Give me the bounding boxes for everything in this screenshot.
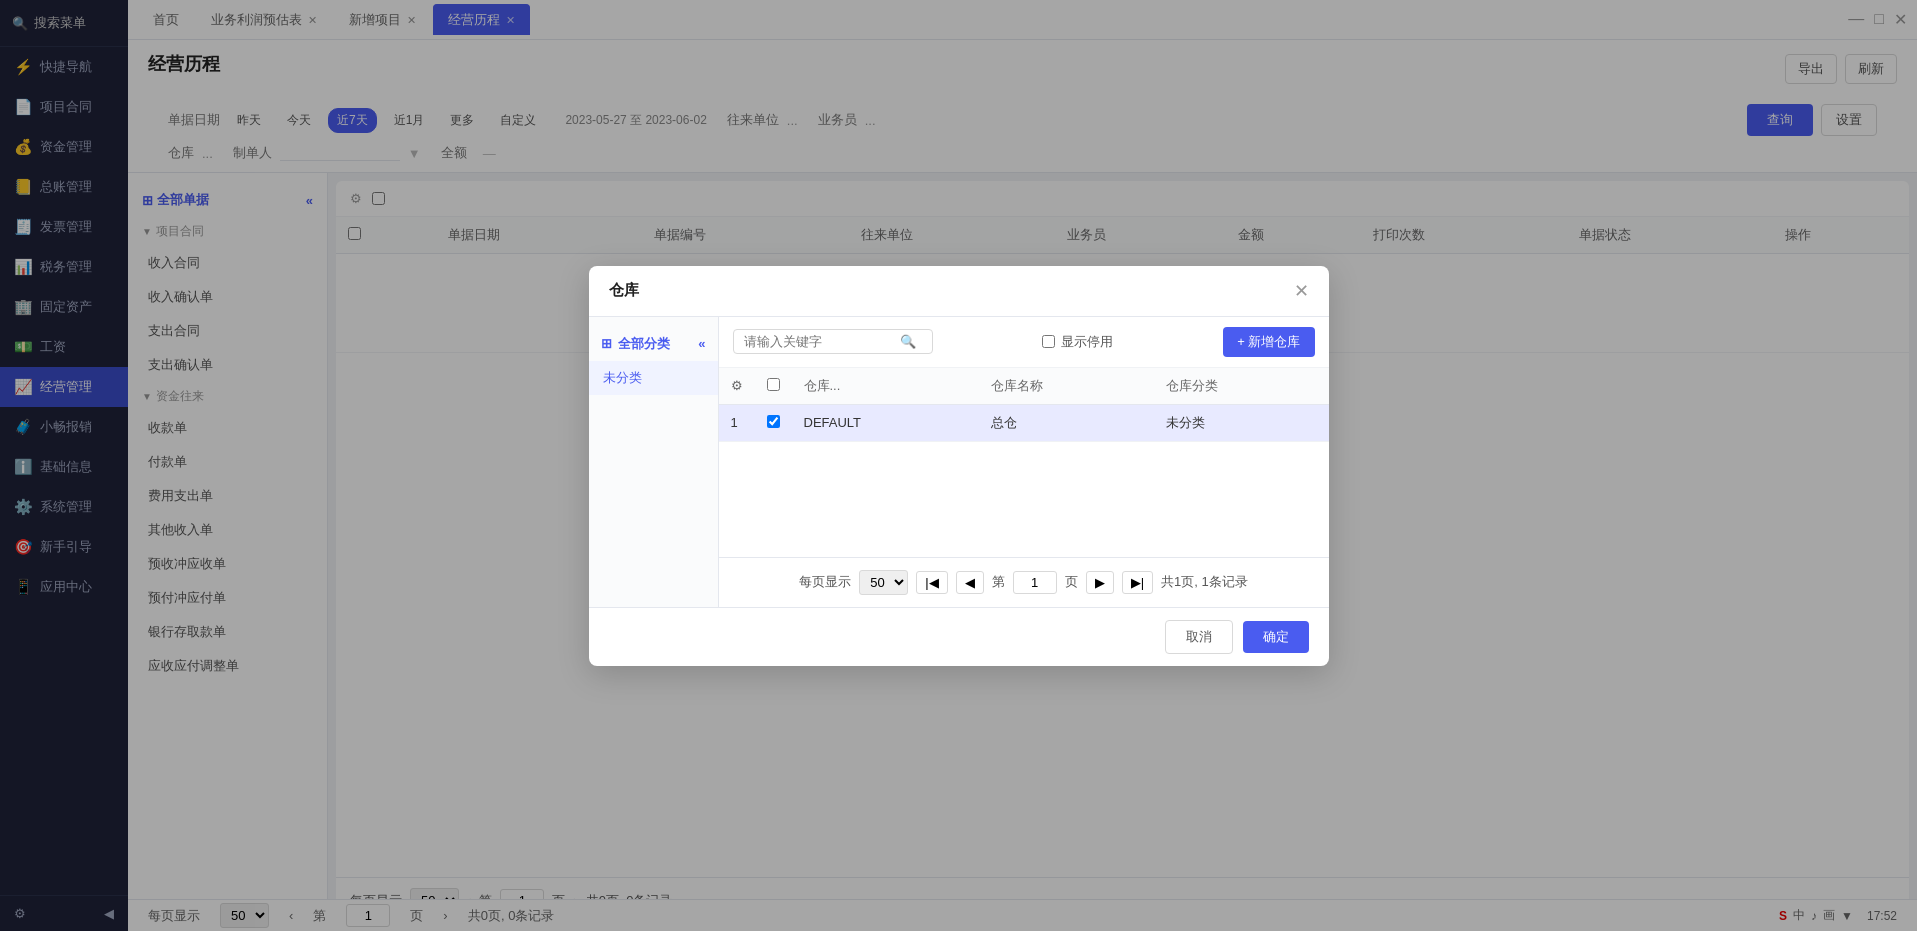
modal-header: 仓库 ✕ bbox=[589, 266, 1329, 317]
search-icon2: 🔍 bbox=[900, 334, 916, 349]
modal-confirm-button[interactable]: 确定 bbox=[1243, 621, 1309, 653]
modal-last-page-btn[interactable]: ▶| bbox=[1122, 571, 1153, 594]
modal-th-category[interactable]: 仓库分类 bbox=[1154, 368, 1329, 405]
modal-prev-page-btn[interactable]: ◀ bbox=[956, 571, 984, 594]
modal-cancel-button[interactable]: 取消 bbox=[1165, 620, 1233, 654]
modal-search-box[interactable]: 🔍 bbox=[733, 329, 933, 354]
modal-page-label: 第 bbox=[992, 573, 1005, 591]
modal-body: ⊞ 全部分类 « 未分类 🔍 显示停用 + 新增仓库 bbox=[589, 317, 1329, 607]
modal-th-checkbox bbox=[755, 368, 792, 405]
modal-first-page-btn[interactable]: |◀ bbox=[916, 571, 947, 594]
modal-per-page-label: 每页显示 bbox=[799, 573, 851, 591]
modal-footer: 取消 确定 bbox=[589, 607, 1329, 666]
add-warehouse-button[interactable]: + 新增仓库 bbox=[1223, 327, 1314, 357]
modal-uncategorized[interactable]: 未分类 bbox=[589, 361, 718, 395]
modal-all-category-label: 全部分类 bbox=[618, 335, 670, 353]
modal-row-name: 总仓 bbox=[979, 404, 1154, 441]
modal-page-suffix: 页 bbox=[1065, 573, 1078, 591]
modal-left-panel: ⊞ 全部分类 « 未分类 bbox=[589, 317, 719, 607]
modal-next-page-btn[interactable]: ▶ bbox=[1086, 571, 1114, 594]
modal-table-row[interactable]: 1 DEFAULT 总仓 未分类 bbox=[719, 404, 1329, 441]
modal-close-button[interactable]: ✕ bbox=[1294, 280, 1309, 302]
modal-right-panel: 🔍 显示停用 + 新增仓库 ⚙ 仓库... 仓库名称 bbox=[719, 317, 1329, 607]
show-disabled-label[interactable]: 显示停用 bbox=[1042, 333, 1113, 351]
warehouse-modal: 仓库 ✕ ⊞ 全部分类 « 未分类 🔍 显示停用 bbox=[589, 266, 1329, 666]
modal-header-row: ⚙ 仓库... 仓库名称 仓库分类 bbox=[719, 368, 1329, 405]
modal-pagination: 每页显示 50 |◀ ◀ 第 页 ▶ ▶| 共1页, 1条记录 bbox=[719, 557, 1329, 607]
modal-page-input[interactable] bbox=[1013, 571, 1057, 594]
modal-page-size-select[interactable]: 50 bbox=[859, 570, 908, 595]
modal-title: 仓库 bbox=[609, 281, 639, 300]
modal-th-code[interactable]: 仓库... bbox=[792, 368, 980, 405]
modal-table-body: 1 DEFAULT 总仓 未分类 bbox=[719, 404, 1329, 441]
modal-row-category: 未分类 bbox=[1154, 404, 1329, 441]
modal-search-input[interactable] bbox=[744, 334, 894, 349]
show-disabled-checkbox[interactable] bbox=[1042, 335, 1055, 348]
modal-row-checkbox[interactable] bbox=[755, 404, 792, 441]
modal-header-checkbox[interactable] bbox=[767, 378, 780, 391]
modal-row-num: 1 bbox=[719, 404, 755, 441]
show-disabled-text: 显示停用 bbox=[1061, 333, 1113, 351]
modal-table-container: ⚙ 仓库... 仓库名称 仓库分类 1 DEFAULT 总仓 bbox=[719, 368, 1329, 557]
modal-total-info: 共1页, 1条记录 bbox=[1161, 573, 1248, 591]
modal-all-category[interactable]: ⊞ 全部分类 « bbox=[589, 327, 718, 361]
grid-icon2: ⊞ bbox=[601, 336, 612, 351]
modal-row-code: DEFAULT bbox=[792, 404, 980, 441]
modal-uncategorized-label: 未分类 bbox=[603, 370, 642, 385]
modal-table: ⚙ 仓库... 仓库名称 仓库分类 1 DEFAULT 总仓 bbox=[719, 368, 1329, 442]
modal-toolbar: 🔍 显示停用 + 新增仓库 bbox=[719, 317, 1329, 368]
modal-th-settings: ⚙ bbox=[719, 368, 755, 405]
modal-th-name[interactable]: 仓库名称 bbox=[979, 368, 1154, 405]
modal-collapse-icon[interactable]: « bbox=[698, 336, 705, 351]
